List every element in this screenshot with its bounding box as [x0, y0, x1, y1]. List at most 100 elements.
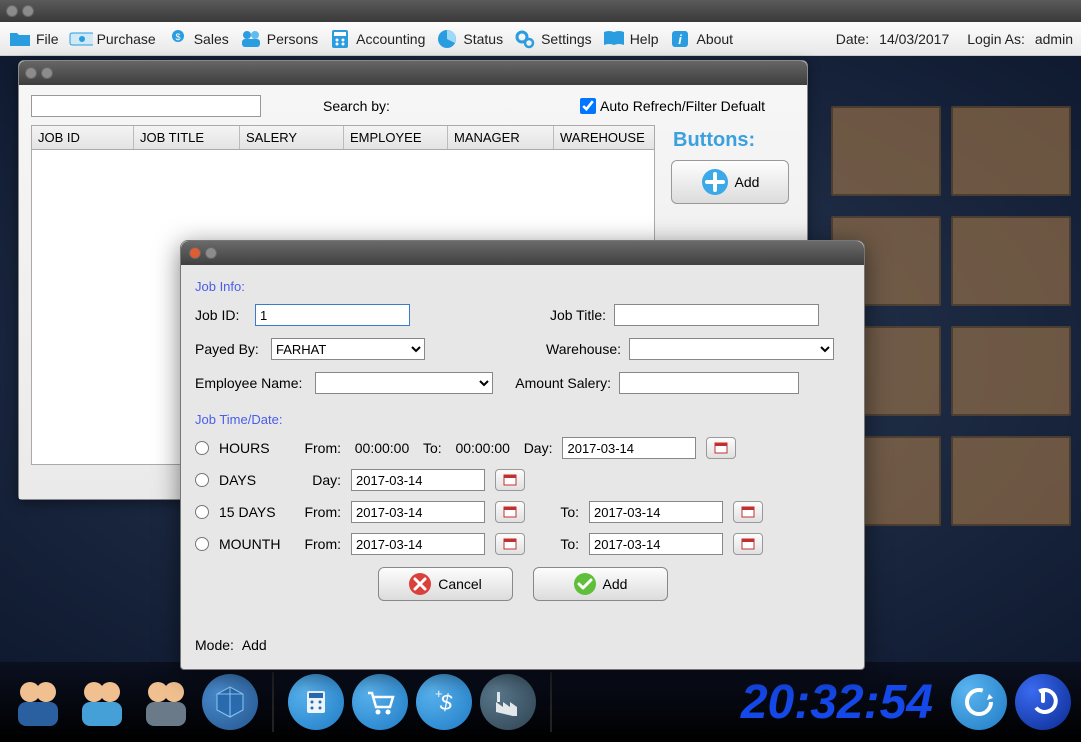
check-icon [573, 572, 597, 596]
warehouse-select[interactable] [629, 338, 834, 360]
mode-value: Add [242, 637, 267, 653]
book-icon [602, 29, 626, 49]
dock-dollar-plus-icon[interactable]: $+ [416, 674, 472, 730]
dock-divider [550, 672, 552, 732]
menu-accounting[interactable]: Accounting [328, 29, 425, 49]
hours-day-input[interactable] [562, 437, 696, 459]
calendar-button[interactable] [495, 501, 525, 523]
search-input[interactable] [31, 95, 261, 117]
days-radio[interactable] [195, 473, 209, 487]
time-from-value[interactable]: 00:00:00 [351, 440, 413, 456]
menu-file[interactable]: File [8, 29, 59, 49]
menu-purchase[interactable]: Purchase [69, 29, 156, 49]
days15-radio[interactable] [195, 505, 209, 519]
dialog-add-label: Add [603, 576, 628, 592]
col-employee[interactable]: EMPLOYEE [344, 126, 448, 149]
employee-name-label: Employee Name: [195, 375, 307, 391]
dock-persons-1-icon[interactable] [10, 674, 66, 730]
cancel-button[interactable]: Cancel [378, 567, 513, 601]
time-to-value[interactable]: 00:00:00 [452, 440, 514, 456]
job-id-label: Job ID: [195, 307, 247, 323]
hours-label: HOURS [219, 440, 291, 456]
month-from-input[interactable] [351, 533, 485, 555]
menu-settings[interactable]: Settings [513, 29, 592, 49]
dock-calculator-icon[interactable] [288, 674, 344, 730]
day-label-2: Day: [301, 472, 341, 488]
menu-about[interactable]: i About [668, 29, 733, 49]
menu-status[interactable]: Status [435, 29, 503, 49]
amount-salery-label: Amount Salery: [507, 375, 611, 391]
col-warehouse[interactable]: WAREHOUSE [554, 126, 654, 149]
job-time-section-title: Job Time/Date: [195, 412, 850, 427]
gear-icon [513, 29, 537, 49]
col-job-id[interactable]: JOB ID [32, 126, 134, 149]
menu-label: Sales [194, 31, 229, 47]
job-title-label: Job Title: [536, 307, 606, 323]
window-titlebar [0, 0, 1081, 22]
menu-help[interactable]: Help [602, 29, 659, 49]
search-by-label: Search by: [323, 98, 390, 114]
days15-from-input[interactable] [351, 501, 485, 523]
menu-label: Accounting [356, 31, 425, 47]
calendar-button[interactable] [706, 437, 736, 459]
login-value: admin [1035, 31, 1073, 47]
menu-label: Purchase [97, 31, 156, 47]
auto-refresh-input[interactable] [580, 98, 596, 114]
amount-salery-input[interactable] [619, 372, 799, 394]
dialog-titlebar [181, 241, 864, 265]
list-window-close[interactable] [25, 67, 37, 79]
col-salery[interactable]: SALERY [240, 126, 344, 149]
money-hand-icon: $ [166, 29, 190, 49]
calendar-icon [741, 506, 755, 518]
month-label: MOUNTH [219, 536, 291, 552]
dock-cube-icon[interactable] [202, 674, 258, 730]
day-label: Day: [524, 440, 553, 456]
dock-power-button[interactable] [1015, 674, 1071, 730]
dialog-min-button[interactable] [205, 247, 217, 259]
svg-text:i: i [679, 32, 683, 47]
month-radio[interactable] [195, 537, 209, 551]
window-control-close[interactable] [6, 5, 18, 17]
dock-refresh-button[interactable] [951, 674, 1007, 730]
month-to-input[interactable] [589, 533, 723, 555]
calendar-button[interactable] [495, 533, 525, 555]
dock-persons-2-icon[interactable] [74, 674, 130, 730]
days-date-input[interactable] [351, 469, 485, 491]
dock-factory-icon[interactable] [480, 674, 536, 730]
col-job-title[interactable]: JOB TITLE [134, 126, 240, 149]
hours-radio[interactable] [195, 441, 209, 455]
calendar-button[interactable] [733, 501, 763, 523]
add-button[interactable]: Add [671, 160, 789, 204]
add-button-label: Add [735, 174, 760, 190]
plus-icon [701, 168, 729, 196]
job-id-input[interactable] [255, 304, 410, 326]
menu-sales[interactable]: $ Sales [166, 29, 229, 49]
days15-to-input[interactable] [589, 501, 723, 523]
menu-label: Persons [267, 31, 318, 47]
dock-persons-3-icon[interactable] [138, 674, 194, 730]
calculator-icon [328, 29, 352, 49]
employee-name-select[interactable] [315, 372, 493, 394]
cancel-icon [408, 572, 432, 596]
calendar-button[interactable] [733, 533, 763, 555]
dialog-add-button[interactable]: Add [533, 567, 668, 601]
dock-clock: 20:32:54 [741, 675, 943, 730]
calendar-icon [503, 506, 517, 518]
calendar-icon [503, 474, 517, 486]
folder-icon [8, 29, 32, 49]
list-window-min[interactable] [41, 67, 53, 79]
calendar-button[interactable] [495, 469, 525, 491]
job-dialog: Job Info: Job ID: Job Title: Payed By: F… [180, 240, 865, 670]
menu-persons[interactable]: Persons [239, 29, 318, 49]
payed-by-label: Payed By: [195, 341, 263, 357]
dialog-close-button[interactable] [189, 247, 201, 259]
auto-refresh-checkbox[interactable]: Auto Refrech/Filter Defualt [580, 98, 765, 114]
svg-text:+: + [435, 687, 443, 701]
payed-by-select[interactable]: FARHAT [271, 338, 425, 360]
persons-icon [239, 29, 263, 49]
dock-taskbar: $+ 20:32:54 [0, 662, 1081, 742]
job-title-input[interactable] [614, 304, 819, 326]
dock-cart-icon[interactable] [352, 674, 408, 730]
col-manager[interactable]: MANAGER [448, 126, 554, 149]
window-control-min[interactable] [22, 5, 34, 17]
